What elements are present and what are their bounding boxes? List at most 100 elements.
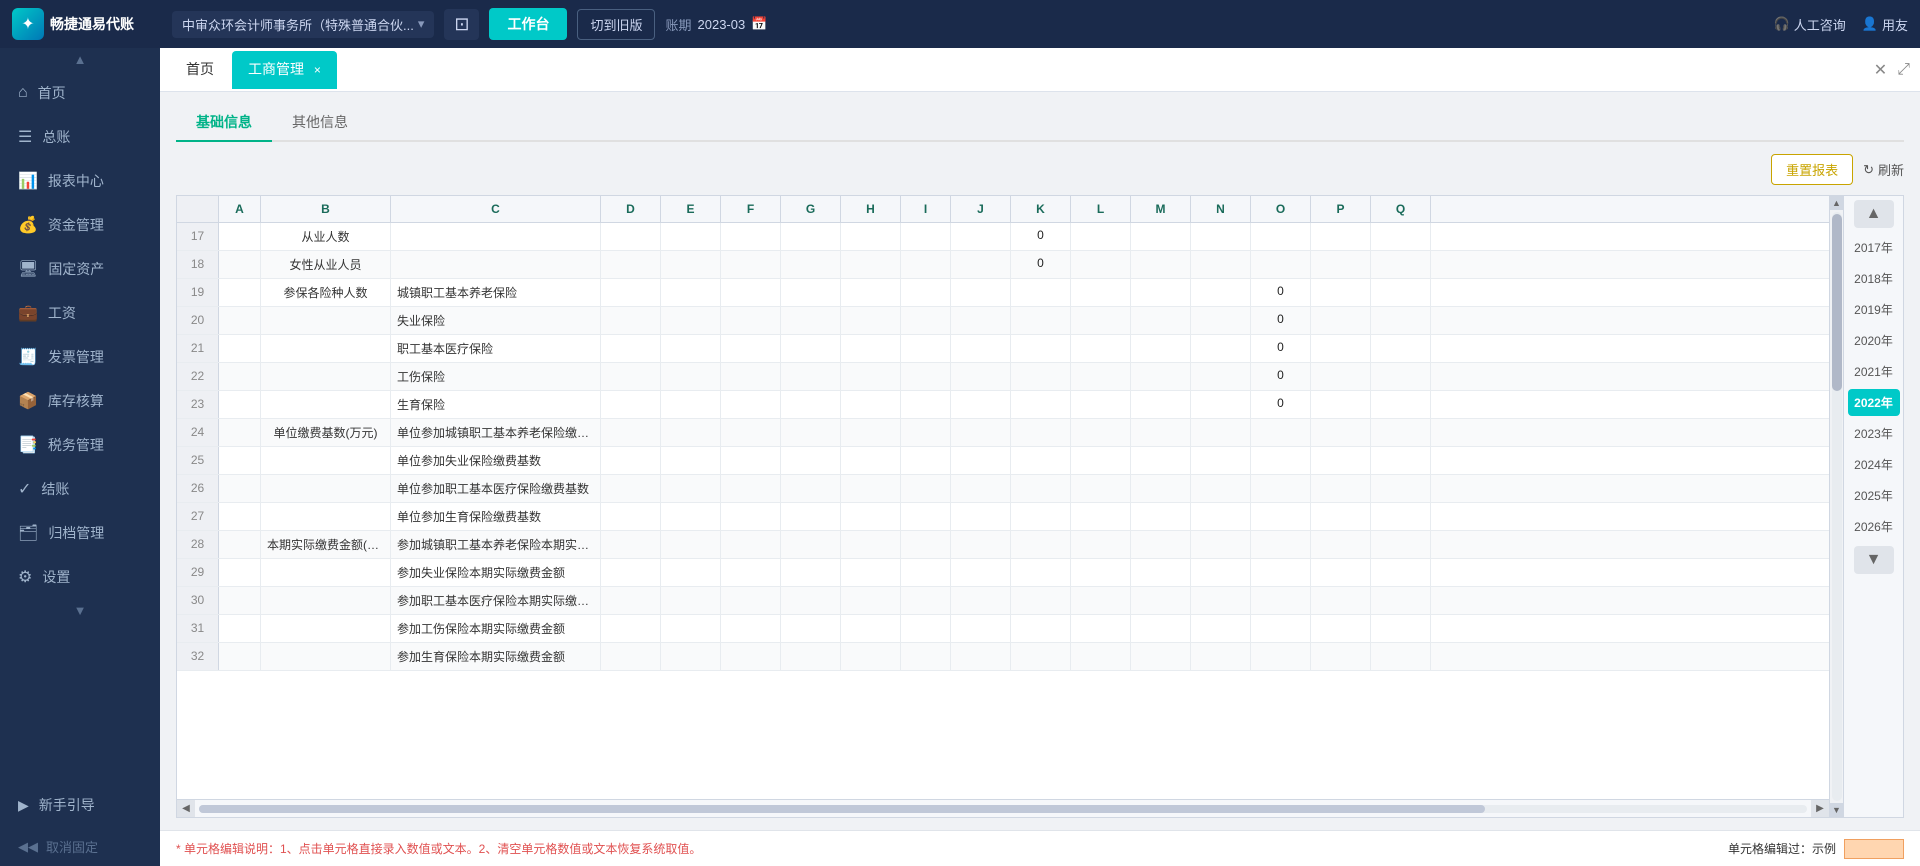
cell-29-K[interactable] xyxy=(1011,559,1071,586)
cell-22-G[interactable] xyxy=(781,363,841,390)
cell-25-K[interactable] xyxy=(1011,447,1071,474)
cell-23-G[interactable] xyxy=(781,391,841,418)
cell-24-I[interactable] xyxy=(901,419,951,446)
sidebar-item-invoice[interactable]: 🧾 发票管理 xyxy=(0,335,160,379)
cell-30-Q[interactable] xyxy=(1371,587,1431,614)
cell-26-M[interactable] xyxy=(1131,475,1191,502)
cell-20-Q[interactable] xyxy=(1371,307,1431,334)
cell-19-B[interactable]: 参保各险种人数 xyxy=(261,279,391,306)
cell-30-N[interactable] xyxy=(1191,587,1251,614)
cell-27-F[interactable] xyxy=(721,503,781,530)
cell-28-I[interactable] xyxy=(901,531,951,558)
reset-report-button[interactable]: 重置报表 xyxy=(1771,154,1853,185)
cell-25-A[interactable] xyxy=(219,447,261,474)
cell-30-H[interactable] xyxy=(841,587,901,614)
cell-18-A[interactable] xyxy=(219,251,261,278)
cell-30-G[interactable] xyxy=(781,587,841,614)
cell-17-E[interactable] xyxy=(661,223,721,250)
cell-27-C[interactable]: 单位参加生育保险缴费基数 xyxy=(391,503,601,530)
refresh-button[interactable]: ↻ 刷新 xyxy=(1863,160,1904,179)
cell-31-Q[interactable] xyxy=(1371,615,1431,642)
cell-21-N[interactable] xyxy=(1191,335,1251,362)
cell-19-Q[interactable] xyxy=(1371,279,1431,306)
cell-17-Q[interactable] xyxy=(1371,223,1431,250)
cell-22-B[interactable] xyxy=(261,363,391,390)
cell-21-I[interactable] xyxy=(901,335,951,362)
cell-24-O[interactable] xyxy=(1251,419,1311,446)
cell-32-P[interactable] xyxy=(1311,643,1371,670)
cell-18-Q[interactable] xyxy=(1371,251,1431,278)
company-selector[interactable]: 中审众环会计师事务所（特殊普通合伙... ▾ xyxy=(172,11,434,38)
cell-24-K[interactable] xyxy=(1011,419,1071,446)
cell-32-J[interactable] xyxy=(951,643,1011,670)
cell-22-F[interactable] xyxy=(721,363,781,390)
cell-26-K[interactable] xyxy=(1011,475,1071,502)
cell-29-P[interactable] xyxy=(1311,559,1371,586)
h-scroll-area[interactable]: ◀ ▶ xyxy=(177,799,1829,817)
cell-25-L[interactable] xyxy=(1071,447,1131,474)
cell-31-L[interactable] xyxy=(1071,615,1131,642)
tab-expand-button[interactable]: ⤢ xyxy=(1897,60,1910,80)
sidebar-item-ledger[interactable]: ☰ 总账 xyxy=(0,115,160,159)
cell-20-A[interactable] xyxy=(219,307,261,334)
sidebar-item-inventory[interactable]: 📦 库存核算 xyxy=(0,379,160,423)
cell-19-E[interactable] xyxy=(661,279,721,306)
cell-30-F[interactable] xyxy=(721,587,781,614)
cell-24-Q[interactable] xyxy=(1371,419,1431,446)
cell-18-O[interactable] xyxy=(1251,251,1311,278)
cell-17-L[interactable] xyxy=(1071,223,1131,250)
tab-home[interactable]: 首页 xyxy=(170,51,230,89)
cell-29-N[interactable] xyxy=(1191,559,1251,586)
cell-24-J[interactable] xyxy=(951,419,1011,446)
sidebar-item-home[interactable]: ⌂ 首页 xyxy=(0,71,160,115)
sidebar-item-tax[interactable]: 📑 税务管理 xyxy=(0,423,160,467)
cell-17-P[interactable] xyxy=(1311,223,1371,250)
sidebar-item-settings[interactable]: ⚙ 设置 xyxy=(0,555,160,599)
year-item-2024[interactable]: 2024年 xyxy=(1848,451,1900,478)
cell-27-P[interactable] xyxy=(1311,503,1371,530)
year-item-2025[interactable]: 2025年 xyxy=(1848,482,1900,509)
cell-22-E[interactable] xyxy=(661,363,721,390)
cell-31-J[interactable] xyxy=(951,615,1011,642)
cell-22-Q[interactable] xyxy=(1371,363,1431,390)
cell-28-J[interactable] xyxy=(951,531,1011,558)
cell-26-B[interactable] xyxy=(261,475,391,502)
sidebar-scroll-up[interactable]: ▲ xyxy=(0,48,160,71)
cell-18-L[interactable] xyxy=(1071,251,1131,278)
switch-version-button[interactable]: 切到旧版 xyxy=(577,9,655,40)
cell-30-I[interactable] xyxy=(901,587,951,614)
cell-20-G[interactable] xyxy=(781,307,841,334)
cell-22-M[interactable] xyxy=(1131,363,1191,390)
cell-25-B[interactable] xyxy=(261,447,391,474)
cell-17-H[interactable] xyxy=(841,223,901,250)
cell-28-E[interactable] xyxy=(661,531,721,558)
cell-26-N[interactable] xyxy=(1191,475,1251,502)
cell-25-M[interactable] xyxy=(1131,447,1191,474)
cell-30-C[interactable]: 参加职工基本医疗保险本期实际缴费金额 xyxy=(391,587,601,614)
cell-21-J[interactable] xyxy=(951,335,1011,362)
cell-30-E[interactable] xyxy=(661,587,721,614)
cell-29-M[interactable] xyxy=(1131,559,1191,586)
cell-32-C[interactable]: 参加生育保险本期实际缴费金额 xyxy=(391,643,601,670)
cell-22-C[interactable]: 工伤保险 xyxy=(391,363,601,390)
cell-27-E[interactable] xyxy=(661,503,721,530)
sidebar-scroll-down[interactable]: ▼ xyxy=(0,599,160,622)
cell-31-K[interactable] xyxy=(1011,615,1071,642)
cell-24-M[interactable] xyxy=(1131,419,1191,446)
cell-21-L[interactable] xyxy=(1071,335,1131,362)
sidebar-item-archive[interactable]: 🗂 归档管理 xyxy=(0,511,160,555)
cell-31-O[interactable] xyxy=(1251,615,1311,642)
cell-28-Q[interactable] xyxy=(1371,531,1431,558)
year-nav-down-button[interactable]: ▼ xyxy=(1854,546,1894,574)
cell-29-D[interactable] xyxy=(601,559,661,586)
cell-18-F[interactable] xyxy=(721,251,781,278)
cell-27-H[interactable] xyxy=(841,503,901,530)
cell-26-I[interactable] xyxy=(901,475,951,502)
cell-20-M[interactable] xyxy=(1131,307,1191,334)
year-item-2018[interactable]: 2018年 xyxy=(1848,265,1900,292)
cell-25-N[interactable] xyxy=(1191,447,1251,474)
cell-18-K[interactable]: 0 xyxy=(1011,251,1071,278)
cell-24-D[interactable] xyxy=(601,419,661,446)
cell-26-J[interactable] xyxy=(951,475,1011,502)
cell-23-J[interactable] xyxy=(951,391,1011,418)
